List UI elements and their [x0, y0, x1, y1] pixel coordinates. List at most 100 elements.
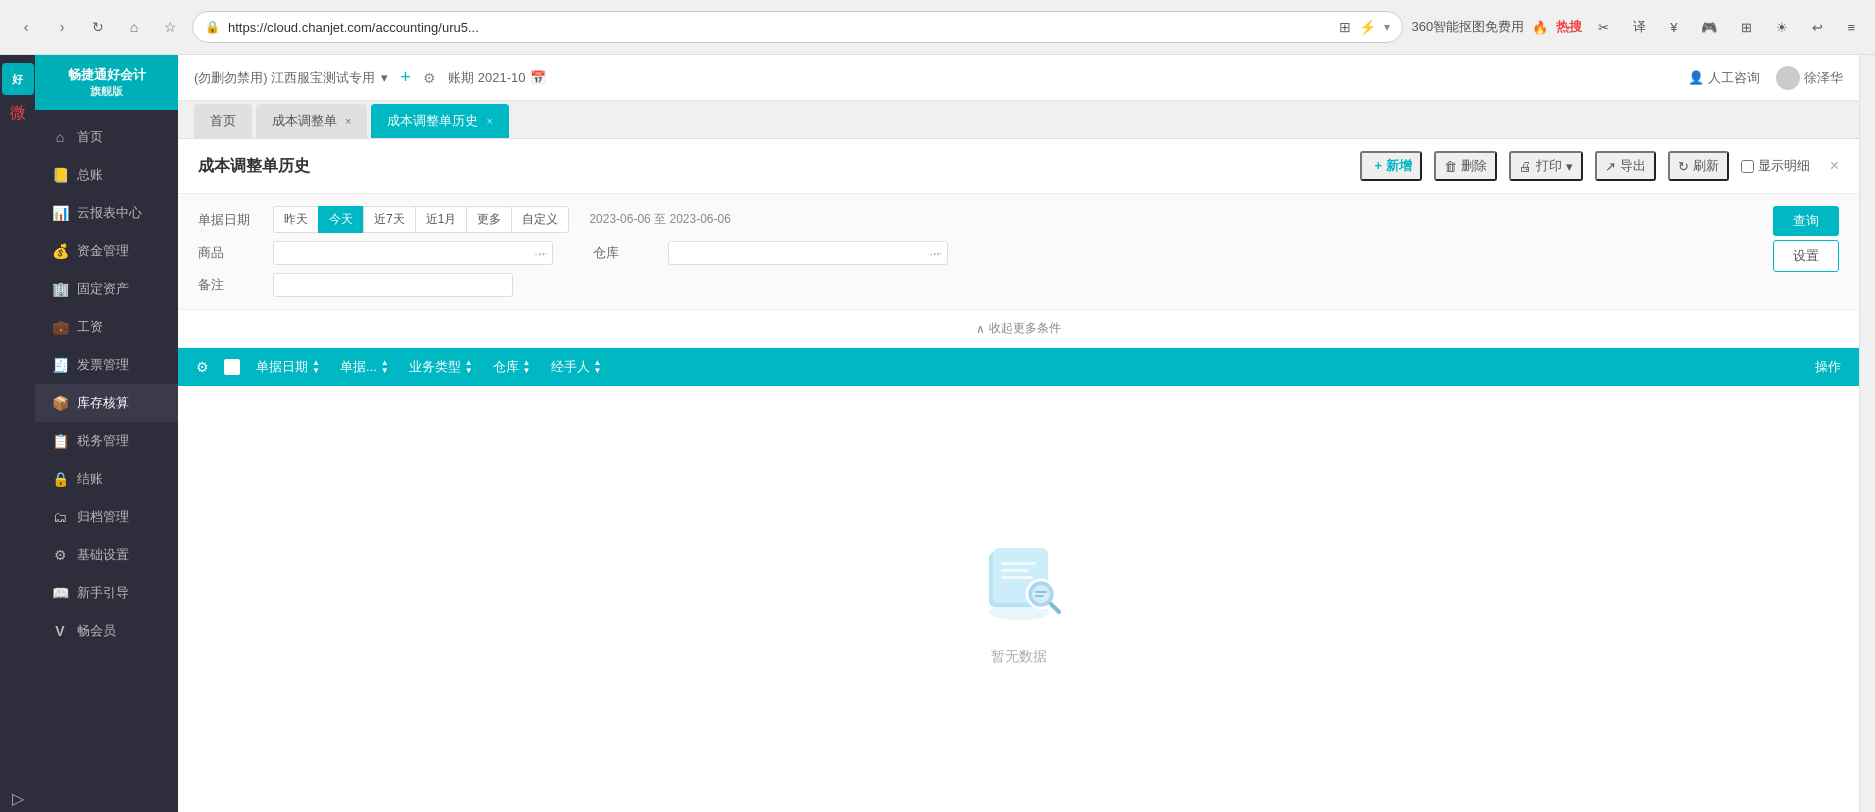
- reload-button[interactable]: ↻: [84, 13, 112, 41]
- grid-btn[interactable]: ⊞: [1733, 16, 1760, 39]
- new-btn[interactable]: + 新增: [1360, 151, 1421, 181]
- service-icon: 👤: [1688, 70, 1704, 85]
- translate-btn[interactable]: 译: [1625, 14, 1654, 40]
- date-btn-1month[interactable]: 近1月: [415, 206, 467, 233]
- rail-weibo-icon[interactable]: 微: [4, 99, 32, 127]
- th-handler[interactable]: 经手人 ▲▼: [541, 358, 612, 376]
- sidebar-label-inventory: 库存核算: [77, 394, 129, 412]
- date-buttons: 昨天 今天 近7天 近1月 更多 自定义: [273, 206, 569, 233]
- page-tabs: 首页 成本调整单 × 成本调整单历史 ×: [178, 101, 1859, 139]
- delete-btn[interactable]: 🗑 删除: [1434, 151, 1497, 181]
- th-settings-icon[interactable]: ⚙: [186, 348, 218, 386]
- game-btn[interactable]: 🎮: [1693, 16, 1725, 39]
- settings-icon: ⚙: [51, 547, 69, 563]
- sidebar-item-ledger[interactable]: 📒 总账: [35, 156, 178, 194]
- show-columns-checkbox[interactable]: [1741, 160, 1754, 173]
- th-biz-type[interactable]: 业务类型 ▲▼: [399, 358, 483, 376]
- export-btn[interactable]: ↗ 导出: [1595, 151, 1656, 181]
- rail-bottom-icon[interactable]: ▷: [4, 784, 32, 812]
- fixed-icon: 🏢: [51, 281, 69, 297]
- sidebar-item-inventory[interactable]: 📦 库存核算: [35, 384, 178, 422]
- sidebar-item-reports[interactable]: 📊 云报表中心: [35, 194, 178, 232]
- right-scroll-panel: [1859, 55, 1875, 812]
- svg-rect-9: [1035, 591, 1047, 593]
- table-area: ⚙ 单据日期 ▲▼ 单据... ▲▼: [178, 348, 1859, 812]
- date-btn-yesterday[interactable]: 昨天: [273, 206, 318, 233]
- app-grid-icon: ⊞: [1339, 19, 1351, 35]
- brightness-btn[interactable]: ☀: [1768, 16, 1796, 39]
- sidebar-item-guide[interactable]: 📖 新手引导: [35, 574, 178, 612]
- user-btn[interactable]: 徐泽华: [1776, 66, 1843, 90]
- goods-label: 商品: [198, 244, 253, 262]
- top-bar-right: 👤 人工咨询 徐泽华: [1688, 66, 1843, 90]
- tab-home[interactable]: 首页: [194, 104, 252, 138]
- address-bar[interactable]: 🔒 https://cloud.chanjet.com/accounting/u…: [192, 11, 1403, 43]
- back-button[interactable]: ‹: [12, 13, 40, 41]
- empty-text: 暂无数据: [991, 648, 1047, 666]
- query-btn[interactable]: 查询: [1773, 206, 1839, 236]
- rail-app-icon[interactable]: 好: [2, 63, 34, 95]
- tab-cost-adjust-history-close[interactable]: ×: [486, 115, 492, 127]
- home-button[interactable]: ⌂: [120, 13, 148, 41]
- sidebar-item-fixed[interactable]: 🏢 固定资产: [35, 270, 178, 308]
- sidebar-nav: ⌂ 首页 📒 总账 📊 云报表中心 💰 资金管理 🏢 固定资产 💼 工资: [35, 110, 178, 812]
- svg-line-8: [1051, 604, 1059, 612]
- th-date[interactable]: 单据日期 ▲▼: [246, 358, 330, 376]
- tab-cost-adjust-close[interactable]: ×: [345, 115, 351, 127]
- sidebar-item-close[interactable]: 🔒 结账: [35, 460, 178, 498]
- sidebar-item-settings[interactable]: ⚙ 基础设置: [35, 536, 178, 574]
- refresh-btn[interactable]: ↻ 刷新: [1668, 151, 1729, 181]
- calendar-icon: 📅: [530, 70, 546, 85]
- svg-rect-3: [1001, 562, 1036, 565]
- sidebar-item-tax[interactable]: 📋 税务管理: [35, 422, 178, 460]
- sidebar-label-archive: 归档管理: [77, 508, 129, 526]
- warehouse-input[interactable]: [668, 241, 948, 265]
- sidebar-item-archive[interactable]: 🗂 归档管理: [35, 498, 178, 536]
- bookmark-button[interactable]: ☆: [156, 13, 184, 41]
- sidebar-label-ledger: 总账: [77, 166, 103, 184]
- note-input[interactable]: [273, 273, 513, 297]
- collapse-bar: ∧ 收起更多条件: [178, 310, 1859, 348]
- tab-cost-adjust[interactable]: 成本调整单 ×: [256, 104, 367, 138]
- sidebar-item-vip[interactable]: V 畅会员: [35, 612, 178, 650]
- print-dropdown-icon: ▾: [1566, 159, 1573, 174]
- close-page-btn[interactable]: ×: [1830, 157, 1839, 175]
- undo-btn[interactable]: ↩: [1804, 16, 1831, 39]
- date-filter-label: 单据日期: [198, 211, 253, 229]
- hot-search-icon: 🔥: [1532, 20, 1548, 35]
- add-company-btn[interactable]: +: [400, 67, 411, 88]
- company-selector[interactable]: (勿删勿禁用) 江西服宝测试专用 ▾: [194, 69, 388, 87]
- filter-settings-btn[interactable]: 设置: [1773, 240, 1839, 272]
- date-btn-7days[interactable]: 近7天: [363, 206, 415, 233]
- tab-cost-adjust-history[interactable]: 成本调整单历史 ×: [371, 104, 508, 138]
- collapse-btn[interactable]: ∧ 收起更多条件: [964, 316, 1073, 341]
- collapse-label: 收起更多条件: [989, 320, 1061, 337]
- sidebar-item-payroll[interactable]: 💼 工资: [35, 308, 178, 346]
- forward-button[interactable]: ›: [48, 13, 76, 41]
- vip-icon: V: [51, 623, 69, 639]
- print-btn[interactable]: 🖨 打印 ▾: [1509, 151, 1583, 181]
- th-warehouse-label: 仓库: [493, 358, 519, 376]
- filter-right-btns: 查询 设置: [1773, 206, 1839, 272]
- sidebar-item-invoice[interactable]: 🧾 发票管理: [35, 346, 178, 384]
- th-doc-no[interactable]: 单据... ▲▼: [330, 358, 399, 376]
- service-btn[interactable]: 👤 人工咨询: [1688, 69, 1760, 87]
- goods-input[interactable]: [273, 241, 553, 265]
- date-btn-more[interactable]: 更多: [466, 206, 511, 233]
- sidebar-label-guide: 新手引导: [77, 584, 129, 602]
- th-warehouse[interactable]: 仓库 ▲▼: [483, 358, 541, 376]
- date-btn-custom[interactable]: 自定义: [511, 206, 569, 233]
- date-btn-today[interactable]: 今天: [318, 206, 363, 233]
- scissors-btn[interactable]: ✂: [1590, 16, 1617, 39]
- show-columns-wrap: 显示明细: [1741, 157, 1810, 175]
- filter-row-date: 单据日期 昨天 今天 近7天 近1月 更多 自定义 2023-06-06: [198, 206, 1749, 233]
- sidebar-label-tax: 税务管理: [77, 432, 129, 450]
- sidebar-item-funds[interactable]: 💰 资金管理: [35, 232, 178, 270]
- menu-btn[interactable]: ≡: [1839, 16, 1863, 39]
- th-select-all-checkbox[interactable]: [224, 359, 240, 375]
- wallet-btn[interactable]: ¥: [1662, 16, 1685, 39]
- filter-row-goods: 商品 ··· 仓库 ···: [198, 241, 1749, 265]
- sidebar-item-home[interactable]: ⌂ 首页: [35, 118, 178, 156]
- company-settings-btn[interactable]: ⚙: [423, 70, 436, 86]
- th-doc-sort: ▲▼: [381, 359, 389, 375]
